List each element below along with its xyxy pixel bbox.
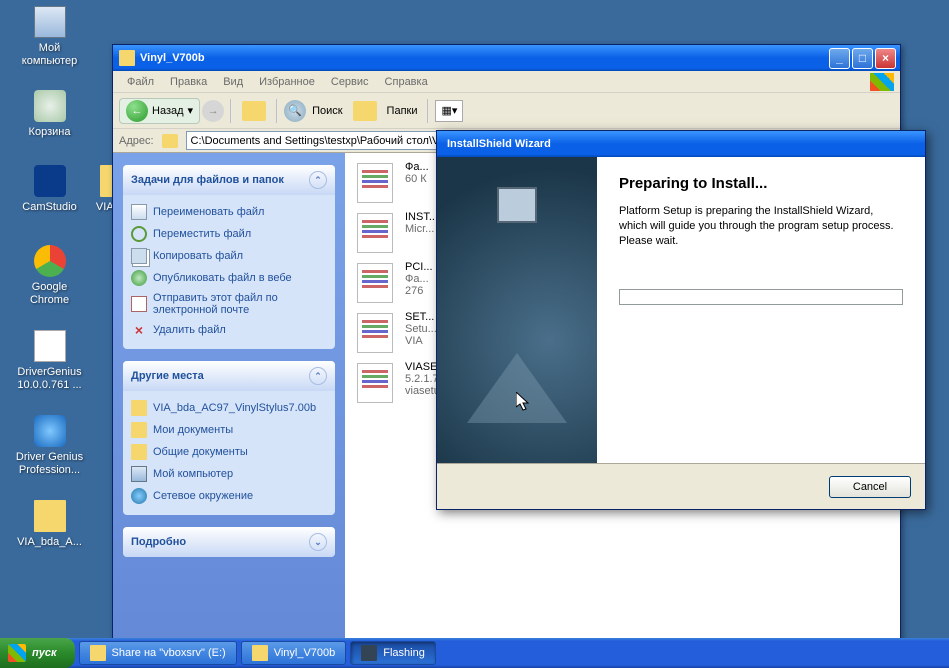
app-icon <box>361 645 377 661</box>
place-via[interactable]: VIA_bda_AC97_VinylStylus7.00b <box>129 397 329 419</box>
wizard-title: InstallShield Wizard <box>447 138 551 150</box>
task-rename[interactable]: Переименовать файл <box>129 201 329 223</box>
window-title: Vinyl_V700b <box>140 52 205 64</box>
copy-icon <box>131 248 147 264</box>
file-icon <box>357 313 393 353</box>
toolbar: ← Назад ▾ → 🔍 Поиск Папки ▦▾ <box>113 93 900 129</box>
back-button[interactable]: ← Назад ▾ <box>119 98 200 124</box>
place-computer[interactable]: Мой компьютер <box>129 463 329 485</box>
other-places-panel: Другие места ⌃ VIA_bda_AC97_VinylStylus7… <box>123 361 335 515</box>
web-icon <box>131 270 147 286</box>
chevron-down-icon[interactable]: ⌄ <box>309 533 327 551</box>
chevron-up-icon[interactable]: ⌃ <box>309 171 327 189</box>
task-move[interactable]: Переместить файл <box>129 223 329 245</box>
task-copy[interactable]: Копировать файл <box>129 245 329 267</box>
panel-header[interactable]: Другие места ⌃ <box>123 361 335 391</box>
icon-label: Мой компьютер <box>12 42 87 68</box>
menu-view[interactable]: Вид <box>215 76 251 88</box>
mail-icon <box>131 296 147 312</box>
file-icon <box>357 213 393 253</box>
folder-icon <box>119 50 135 66</box>
file-desc: Фа...276 <box>405 273 433 297</box>
maximize-button[interactable]: □ <box>852 48 873 69</box>
monitor-icon <box>497 187 537 223</box>
file-name: INST... <box>405 211 438 223</box>
up-button[interactable] <box>242 101 266 121</box>
file-desc: Setu...VIA <box>405 323 437 347</box>
drivergenius-app[interactable]: Driver Genius Profession... <box>12 415 87 477</box>
wizard-banner <box>437 157 597 463</box>
folder-icon <box>131 400 147 416</box>
via-bda[interactable]: VIA_bda_A... <box>12 500 87 549</box>
chevron-up-icon[interactable]: ⌃ <box>309 367 327 385</box>
folder-icon <box>131 422 147 438</box>
place-docs[interactable]: Мои документы <box>129 419 329 441</box>
menu-bar: Файл Правка Вид Избранное Сервис Справка <box>113 71 900 93</box>
tasks-sidebar: Задачи для файлов и папок ⌃ Переименоват… <box>113 153 345 643</box>
file-tasks-panel: Задачи для файлов и папок ⌃ Переименоват… <box>123 165 335 349</box>
task-delete[interactable]: ×Удалить файл <box>129 319 329 341</box>
chevron-down-icon[interactable]: ▾ <box>188 104 194 117</box>
folder-icon <box>90 645 106 661</box>
search-icon[interactable]: 🔍 <box>284 100 306 122</box>
back-arrow-icon: ← <box>126 100 148 122</box>
place-shared[interactable]: Общие документы <box>129 441 329 463</box>
delete-icon: × <box>131 322 147 338</box>
views-button[interactable]: ▦▾ <box>435 100 463 122</box>
my-computer[interactable]: Мой компьютер <box>12 6 87 68</box>
place-network[interactable]: Сетевое окружение <box>129 485 329 507</box>
cancel-button[interactable]: Cancel <box>829 476 911 498</box>
drivergenius-installer[interactable]: DriverGenius 10.0.0.761 ... <box>12 330 87 392</box>
minimize-button[interactable]: _ <box>829 48 850 69</box>
start-button[interactable]: пуск <box>0 638 75 668</box>
forward-button[interactable]: → <box>202 100 224 122</box>
panel-header[interactable]: Задачи для файлов и папок ⌃ <box>123 165 335 195</box>
installshield-wizard-dialog: InstallShield Wizard Preparing to Instal… <box>436 130 926 510</box>
wizard-titlebar[interactable]: InstallShield Wizard <box>437 131 925 157</box>
taskbar-item-vinyl[interactable]: Vinyl_V700b <box>241 641 347 665</box>
explorer-titlebar[interactable]: Vinyl_V700b _ □ × <box>113 45 900 71</box>
search-button[interactable]: Поиск <box>308 105 346 117</box>
recycle-bin[interactable]: Корзина <box>12 90 87 139</box>
windows-logo-icon <box>870 73 894 91</box>
taskbar-item-flashing[interactable]: Flashing <box>350 641 436 665</box>
wizard-body-text: Platform Setup is preparing the InstallS… <box>619 204 903 249</box>
computer-icon <box>131 466 147 482</box>
chrome[interactable]: Google Chrome <box>12 245 87 307</box>
taskbar: пуск Share на "vboxsrv" (E:) Vinyl_V700b… <box>0 638 949 668</box>
file-icon <box>357 363 393 403</box>
network-icon <box>131 488 147 504</box>
progress-bar <box>619 289 903 305</box>
task-publish[interactable]: Опубликовать файл в вебе <box>129 267 329 289</box>
rename-icon <box>131 204 147 220</box>
windows-flag-icon <box>8 644 26 662</box>
close-button[interactable]: × <box>875 48 896 69</box>
menu-favorites[interactable]: Избранное <box>251 76 323 88</box>
menu-help[interactable]: Справка <box>377 76 436 88</box>
menu-tools[interactable]: Сервис <box>323 76 377 88</box>
file-name: SET... <box>405 311 437 323</box>
menu-edit[interactable]: Правка <box>162 76 215 88</box>
folder-icon <box>131 444 147 460</box>
folder-icon <box>162 134 178 148</box>
file-name: PCI... <box>405 261 433 273</box>
file-name: Фа... <box>405 161 429 173</box>
camstudio[interactable]: CamStudio <box>12 165 87 214</box>
menu-file[interactable]: Файл <box>119 76 162 88</box>
address-label: Адрес: <box>119 135 154 147</box>
file-icon <box>357 163 393 203</box>
file-icon <box>357 263 393 303</box>
folder-icon <box>252 645 268 661</box>
file-desc: 60 К <box>405 173 429 185</box>
folders-button[interactable]: Папки <box>383 105 422 117</box>
panel-header[interactable]: Подробно ⌄ <box>123 527 335 557</box>
details-panel: Подробно ⌄ <box>123 527 335 557</box>
task-email[interactable]: Отправить этот файл по электронной почте <box>129 289 329 319</box>
folders-icon[interactable] <box>353 101 377 121</box>
wizard-heading: Preparing to Install... <box>619 175 903 192</box>
move-icon <box>131 226 147 242</box>
taskbar-item-share[interactable]: Share на "vboxsrv" (E:) <box>79 641 237 665</box>
file-desc: Micr... <box>405 223 438 235</box>
